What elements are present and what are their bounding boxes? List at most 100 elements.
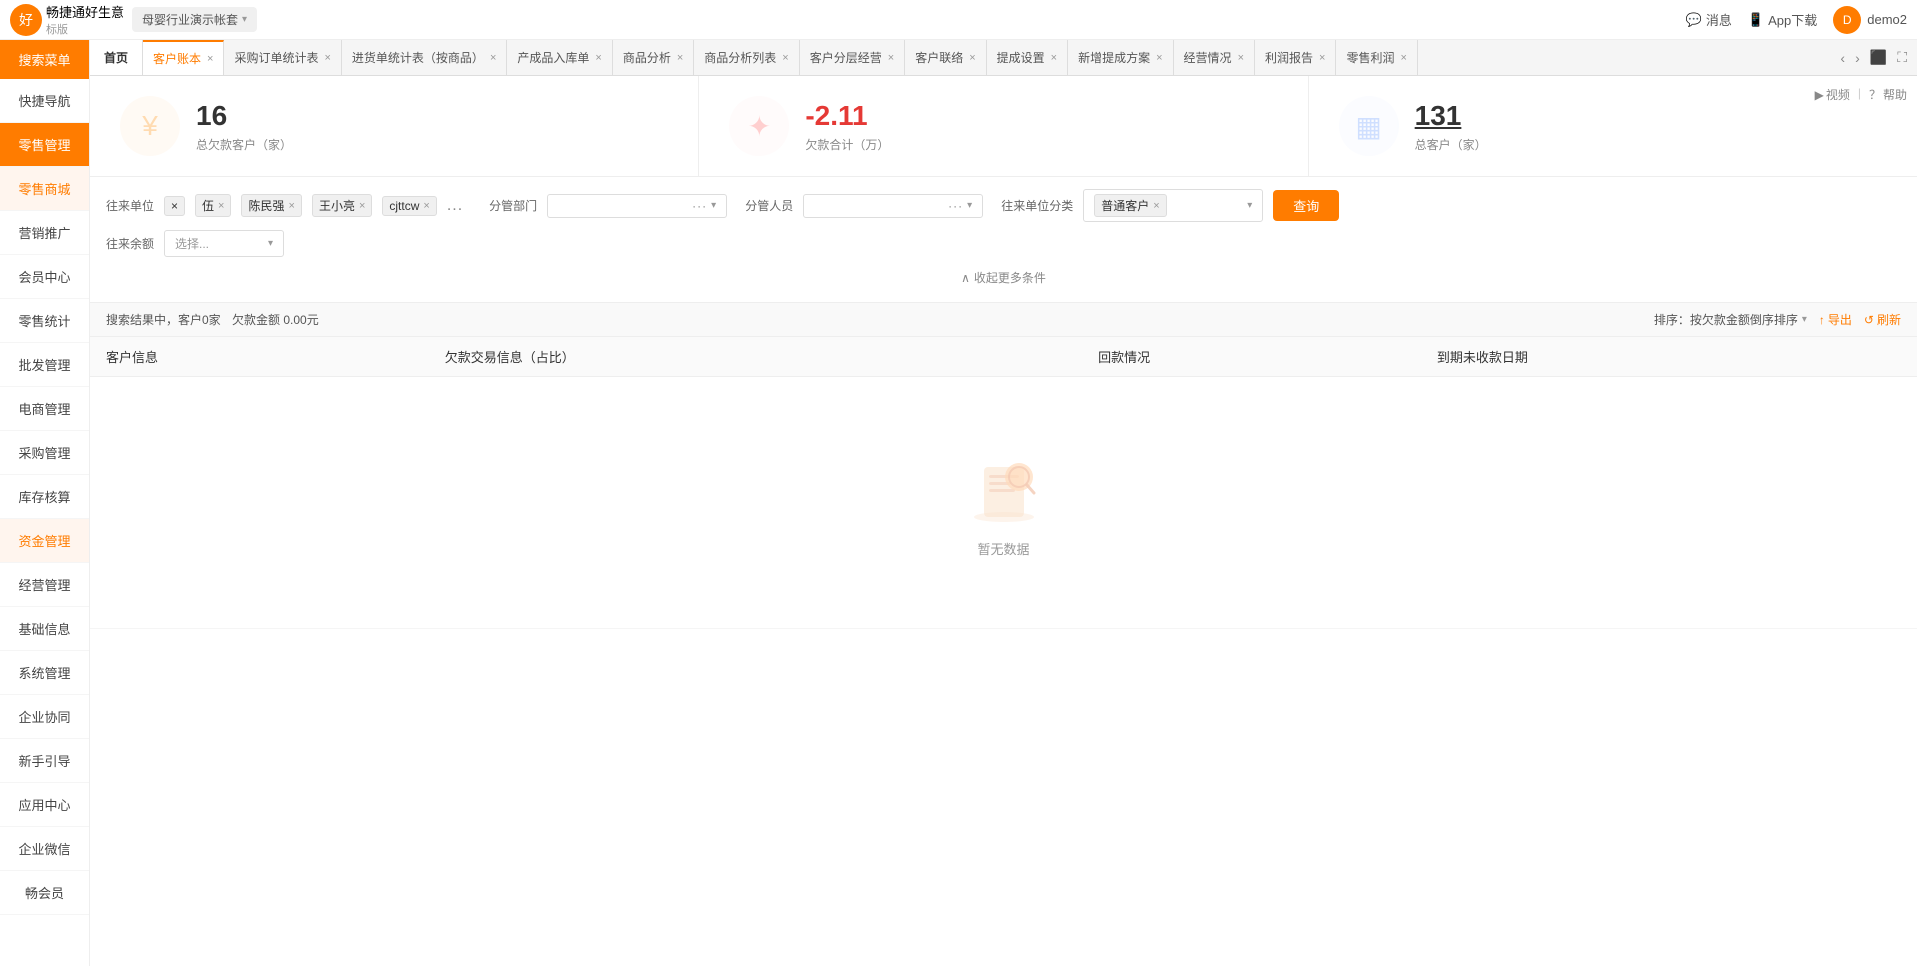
tab-stock-in-stats[interactable]: 进货单统计表（按商品） × bbox=[342, 40, 507, 76]
unit-category-tag-label: 普通客户 bbox=[1101, 197, 1149, 214]
tab-expand-btn[interactable]: ⬛ bbox=[1866, 47, 1891, 68]
quick-nav-label: 快捷导航 bbox=[18, 94, 70, 109]
unit-category-select[interactable]: 普通客户 × ▾ bbox=[1083, 189, 1263, 222]
tab-production-in[interactable]: 产成品入库单 × bbox=[507, 40, 612, 76]
filter-tag-chen: 陈民强 × bbox=[241, 194, 301, 217]
filter-collapse-btn[interactable]: ∧ 收起更多条件 bbox=[953, 265, 1054, 290]
sidebar-item-label: 畅会员 bbox=[25, 886, 64, 901]
top-bar: 好 畅捷通好生意 标版 母婴行业演示帐套 ▾ 💬 消息 📱 App下载 D de… bbox=[0, 0, 1917, 40]
query-button[interactable]: 查询 bbox=[1273, 190, 1339, 221]
stat-label-debt: 欠款合计（万） bbox=[805, 136, 889, 153]
tab-close-icon[interactable]: × bbox=[969, 52, 975, 64]
tab-customer-contact[interactable]: 客户联络 × bbox=[905, 40, 986, 76]
filter-row-2: 往来余额 选择... ▾ bbox=[106, 230, 1901, 257]
tab-product-analysis[interactable]: 商品分析 × bbox=[613, 40, 694, 76]
sidebar-item-marketing[interactable]: 营销推广 bbox=[0, 211, 89, 255]
export-label: 导出 bbox=[1828, 311, 1852, 328]
sidebar-item-basic-info[interactable]: 基础信息 bbox=[0, 607, 89, 651]
sidebar: 搜索菜单 快捷导航 零售管理 零售商城 营销推广 会员中心 零售统计 批发管理 bbox=[0, 40, 90, 966]
sidebar-item-ecommerce[interactable]: 电商管理 bbox=[0, 387, 89, 431]
tab-nav-buttons: ‹ › ⬛ ⛶ bbox=[1830, 47, 1917, 68]
refresh-btn[interactable]: ↺ 刷新 bbox=[1864, 311, 1901, 328]
more-tags-btn[interactable]: ... bbox=[447, 197, 463, 215]
sidebar-item-app-center[interactable]: 应用中心 bbox=[0, 783, 89, 827]
sidebar-item-retail-mall[interactable]: 零售商城 bbox=[0, 167, 89, 211]
sidebar-item-system[interactable]: 系统管理 bbox=[0, 651, 89, 695]
user-info[interactable]: D demo2 bbox=[1833, 6, 1907, 34]
tab-next-btn[interactable]: › bbox=[1851, 48, 1864, 68]
tab-reminder-settings[interactable]: 提成设置 × bbox=[987, 40, 1068, 76]
tab-customer-segment[interactable]: 客户分层经营 × bbox=[800, 40, 905, 76]
sidebar-item-purchase[interactable]: 采购管理 bbox=[0, 431, 89, 475]
sidebar-item-new-guide[interactable]: 新手引导 bbox=[0, 739, 89, 783]
stat-info-customers: 16 总欠款客户（家） bbox=[196, 100, 292, 153]
logo-area: 好 畅捷通好生意 标版 bbox=[10, 2, 124, 37]
tab-prev-btn[interactable]: ‹ bbox=[1836, 48, 1849, 68]
chevron-down-icon: ▾ bbox=[242, 14, 247, 25]
video-link[interactable]: ▶ 视频 bbox=[1815, 86, 1850, 103]
content-area: 首页 客户账本 × 采购订单统计表 × 进货单统计表（按商品） × 产成品入库单… bbox=[90, 40, 1917, 966]
tag-wu-close[interactable]: × bbox=[218, 200, 224, 212]
sort-select[interactable]: 排序：按欠款金额倒序排序 ▾ bbox=[1654, 311, 1807, 328]
search-menu-label: 搜索菜单 bbox=[18, 53, 70, 68]
remainder-label: 往来余额 bbox=[106, 235, 154, 252]
tab-home[interactable]: 首页 bbox=[90, 40, 143, 76]
sidebar-item-vip[interactable]: 畅会员 bbox=[0, 871, 89, 915]
sidebar-item-enterprise-wechat[interactable]: 企业微信 bbox=[0, 827, 89, 871]
tab-close-icon[interactable]: × bbox=[1400, 52, 1406, 64]
tab-product-analysis-list[interactable]: 商品分析列表 × bbox=[694, 40, 799, 76]
remainder-select[interactable]: 选择... ▾ bbox=[164, 230, 284, 257]
tab-close-icon[interactable]: × bbox=[207, 53, 213, 65]
sidebar-item-batch-mgmt[interactable]: 批发管理 bbox=[0, 343, 89, 387]
unit-category-tag-close[interactable]: × bbox=[1153, 200, 1159, 212]
logo-sub-text: 标版 bbox=[46, 21, 124, 37]
tab-retail-profit[interactable]: 零售利润 × bbox=[1336, 40, 1417, 76]
tab-close-icon[interactable]: × bbox=[782, 52, 788, 64]
stat-value-customers: 16 bbox=[196, 100, 292, 132]
stat-label-customers: 总欠款客户（家） bbox=[196, 136, 292, 153]
dept-select[interactable]: ··· ▾ bbox=[547, 194, 727, 218]
help-link[interactable]: ？ 帮助 bbox=[1869, 86, 1907, 103]
tab-close-icon[interactable]: × bbox=[677, 52, 683, 64]
account-dropdown[interactable]: 母婴行业演示帐套 ▾ bbox=[132, 7, 257, 32]
sidebar-quick-nav[interactable]: 快捷导航 bbox=[0, 79, 89, 123]
sidebar-item-enterprise[interactable]: 企业协同 bbox=[0, 695, 89, 739]
tab-customer-accounts[interactable]: 客户账本 × bbox=[143, 40, 224, 76]
message-btn[interactable]: 💬 消息 bbox=[1686, 10, 1732, 29]
export-btn[interactable]: ↑ 导出 bbox=[1819, 311, 1852, 328]
tag-wang-close[interactable]: × bbox=[359, 200, 365, 212]
collapse-label: 收起更多条件 bbox=[974, 269, 1046, 286]
tab-new-achievement[interactable]: 新增提成方案 × bbox=[1068, 40, 1173, 76]
sidebar-item-inventory[interactable]: 库存核算 bbox=[0, 475, 89, 519]
tab-close-icon[interactable]: × bbox=[1319, 52, 1325, 64]
tab-purchase-order-stats[interactable]: 采购订单统计表 × bbox=[224, 40, 341, 76]
sidebar-item-operation[interactable]: 经营管理 bbox=[0, 563, 89, 607]
tab-close-icon[interactable]: × bbox=[595, 52, 601, 64]
sidebar-item-label: 应用中心 bbox=[18, 798, 70, 813]
sidebar-item-retail-stats[interactable]: 零售统计 bbox=[0, 299, 89, 343]
sidebar-item-label: 新手引导 bbox=[18, 754, 70, 769]
tag-chen-close[interactable]: × bbox=[289, 200, 295, 212]
video-label: 视频 bbox=[1826, 86, 1850, 103]
sidebar-item-finance[interactable]: 资金管理 bbox=[0, 519, 89, 563]
sidebar-search[interactable]: 搜索菜单 bbox=[0, 40, 89, 79]
tab-profit-report[interactable]: 利润报告 × bbox=[1255, 40, 1336, 76]
manager-select[interactable]: ··· ▾ bbox=[803, 194, 983, 218]
tab-close-icon[interactable]: × bbox=[888, 52, 894, 64]
tab-close-icon[interactable]: × bbox=[324, 52, 330, 64]
tab-fullscreen-btn[interactable]: ⛶ bbox=[1893, 47, 1911, 68]
tab-close-icon[interactable]: × bbox=[490, 52, 496, 64]
sidebar-item-retail-mgmt[interactable]: 零售管理 bbox=[0, 123, 89, 167]
unit-category-label: 往来单位分类 bbox=[1001, 197, 1073, 214]
tab-operation-status[interactable]: 经营情况 × bbox=[1174, 40, 1255, 76]
manager-chevron-icon: ▾ bbox=[967, 200, 972, 211]
tab-close-icon[interactable]: × bbox=[1051, 52, 1057, 64]
tab-close-icon[interactable]: × bbox=[1156, 52, 1162, 64]
sidebar-item-member[interactable]: 会员中心 bbox=[0, 255, 89, 299]
tab-close-icon[interactable]: × bbox=[1238, 52, 1244, 64]
tab-label: 客户联络 bbox=[915, 49, 963, 66]
tag-cjttcw-close[interactable]: × bbox=[423, 200, 429, 212]
tag-wu-label: 伍 bbox=[202, 197, 214, 214]
app-download-btn[interactable]: 📱 App下载 bbox=[1748, 10, 1817, 29]
sidebar-item-label: 会员中心 bbox=[18, 270, 70, 285]
